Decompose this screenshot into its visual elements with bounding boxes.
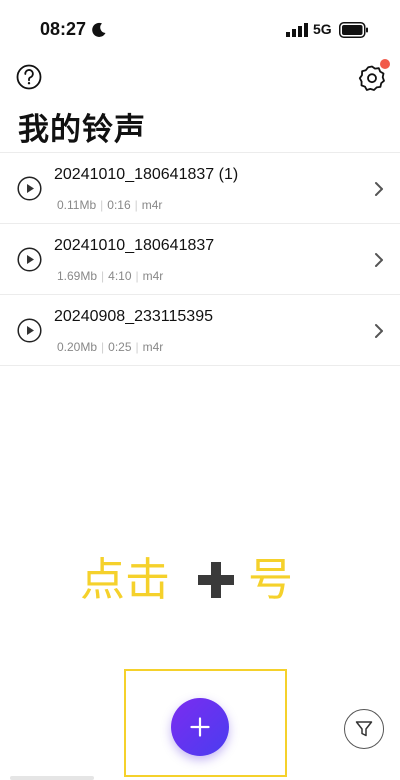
add-ringtone-button[interactable] xyxy=(171,698,229,756)
ringtone-duration: 4:10 xyxy=(108,269,132,283)
ringtone-size: 0.20Mb xyxy=(57,340,98,354)
battery-icon xyxy=(339,22,368,38)
hint-text-after: 号 xyxy=(248,553,294,606)
app-screen: 08:27 5G 我的铃声 20241010_180641837 (1) 0.1… xyxy=(0,0,400,780)
ringtone-format: m4r xyxy=(142,269,164,283)
ringtone-size: 1.69Mb xyxy=(57,269,98,283)
tutorial-hint: 点击 号 xyxy=(80,552,310,612)
ringtone-duration: 0:16 xyxy=(107,198,131,212)
filter-icon[interactable] xyxy=(355,720,373,738)
network-type: 5G xyxy=(313,21,332,37)
meta-divider: | xyxy=(101,340,105,354)
status-time: 08:27 xyxy=(40,19,87,39)
signal-icon xyxy=(286,23,308,37)
ringtone-name: 20240908_233115395 xyxy=(54,308,213,325)
page-title: 我的铃声 xyxy=(18,112,146,148)
help-icon[interactable] xyxy=(16,64,42,90)
play-icon[interactable] xyxy=(17,247,42,272)
notification-dot xyxy=(380,59,390,69)
chevron-right-icon[interactable] xyxy=(373,252,385,268)
ringtone-name: 20241010_180641837 xyxy=(54,237,215,254)
ringtone-meta: 0.20Mb | 0:25 | m4r xyxy=(57,340,163,354)
home-indicator xyxy=(10,776,94,780)
plus-icon[interactable] xyxy=(190,717,210,737)
meta-divider: | xyxy=(101,269,105,283)
ringtone-format: m4r xyxy=(142,340,164,354)
chevron-right-icon[interactable] xyxy=(373,323,385,339)
ringtone-format: m4r xyxy=(141,198,163,212)
meta-divider: | xyxy=(135,340,139,354)
ringtone-meta: 1.69Mb | 4:10 | m4r xyxy=(57,269,163,283)
meta-divider: | xyxy=(135,269,139,283)
ringtone-row[interactable]: 20241010_180641837 1.69Mb | 4:10 | m4r xyxy=(0,224,400,295)
ringtone-duration: 0:25 xyxy=(108,340,132,354)
ringtone-meta: 0.11Mb | 0:16 | m4r xyxy=(57,198,162,212)
meta-divider: | xyxy=(100,198,104,212)
meta-divider: | xyxy=(134,198,138,212)
play-icon[interactable] xyxy=(17,318,42,343)
ringtone-list: 20241010_180641837 (1) 0.11Mb | 0:16 | m4r 2… xyxy=(0,152,400,366)
ringtone-size: 0.11Mb xyxy=(57,198,97,212)
chevron-right-icon[interactable] xyxy=(373,181,385,197)
status-bar: 08:27 5G xyxy=(0,0,400,56)
ringtone-row[interactable]: 20241010_180641837 (1) 0.11Mb | 0:16 | m4r xyxy=(0,153,400,224)
ringtone-name: 20241010_180641837 (1) xyxy=(54,166,239,183)
hint-text-before: 点击 xyxy=(80,553,171,606)
moon-icon xyxy=(92,22,106,37)
plus-icon xyxy=(198,562,234,598)
settings-button[interactable] xyxy=(356,59,390,94)
play-icon[interactable] xyxy=(17,176,42,201)
filter-button[interactable] xyxy=(344,709,384,749)
ringtone-row[interactable]: 20240908_233115395 0.20Mb | 0:25 | m4r xyxy=(0,295,400,366)
